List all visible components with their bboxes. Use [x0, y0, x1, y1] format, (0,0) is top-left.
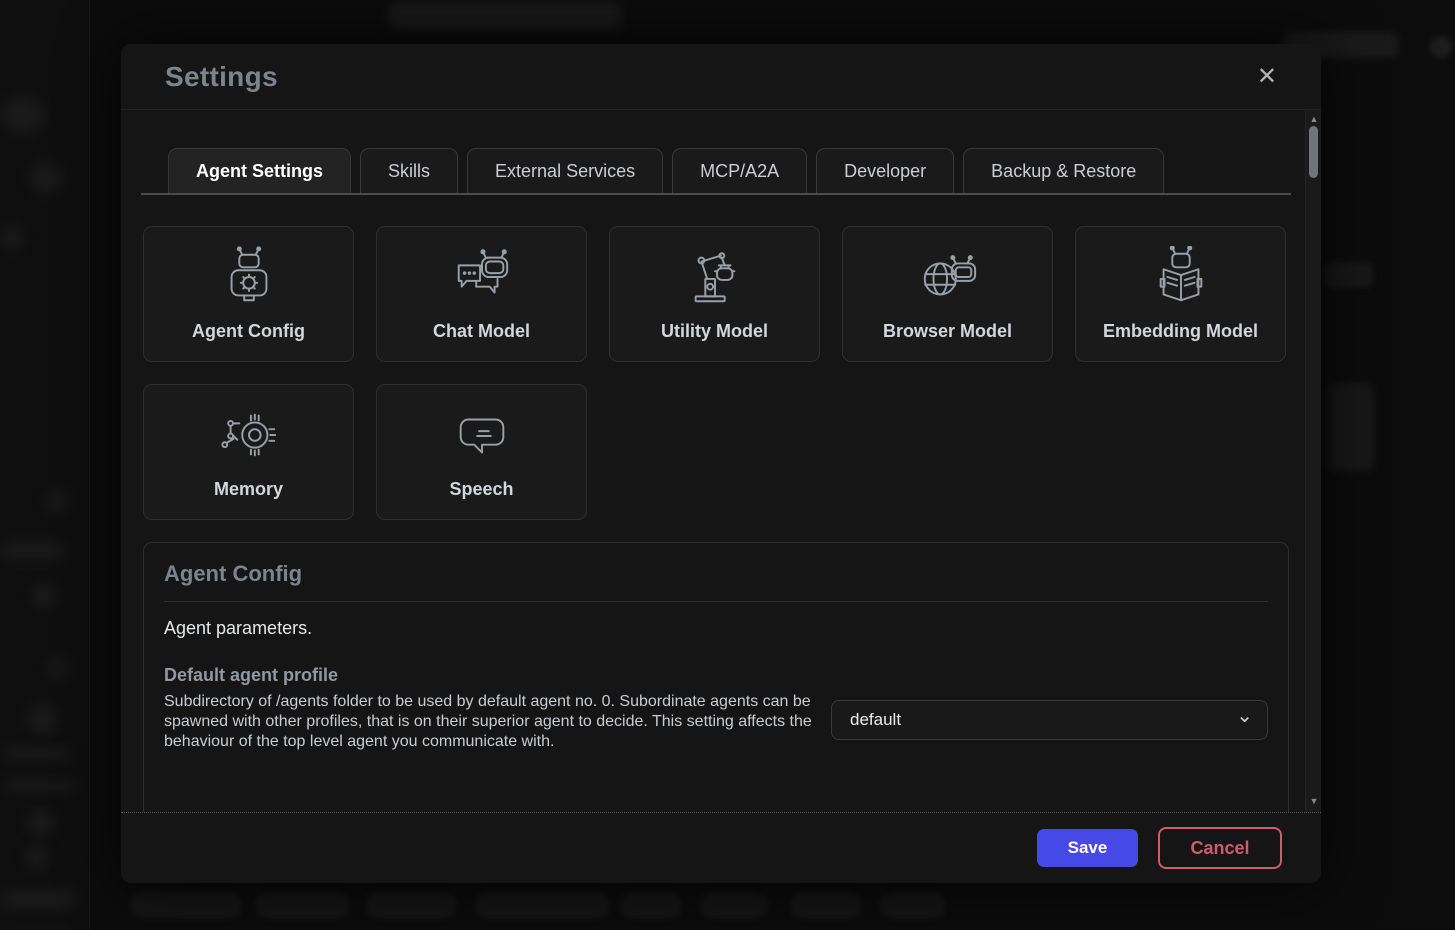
card-label: Chat Model	[433, 321, 530, 342]
card-label: Embedding Model	[1103, 321, 1258, 342]
card-browser-model[interactable]: Browser Model	[842, 226, 1053, 362]
card-label: Utility Model	[661, 321, 768, 342]
tab-agent-settings[interactable]: Agent Settings	[168, 148, 351, 193]
field-description: Subdirectory of /agents folder to be use…	[164, 692, 812, 752]
dimmed-side-panel	[1328, 383, 1374, 471]
robot-book-icon	[1150, 246, 1212, 313]
dimmed-toolbar-button	[255, 892, 350, 918]
robot-chat-icon	[451, 246, 513, 313]
dimmed-toolbar-button	[700, 892, 768, 918]
speech-bubble-icon	[451, 404, 513, 471]
card-label: Agent Config	[192, 321, 305, 342]
dimmed-toolbar-button	[475, 892, 610, 918]
default-agent-profile-field: Default agent profile Subdirectory of /a…	[164, 665, 1268, 752]
dimmed-toolbar-button	[620, 892, 682, 918]
card-label: Speech	[449, 479, 513, 500]
dimmed-toolbar-button	[880, 892, 946, 918]
section-title: Agent Config	[164, 561, 1268, 587]
dimmed-sidebar-icon	[48, 658, 68, 678]
agent-config-section: Agent Config Agent parameters. Default a…	[143, 542, 1289, 812]
dimmed-sidebar-item	[0, 542, 64, 560]
dimmed-suggestion-text	[388, 2, 623, 30]
card-memory[interactable]: Memory	[143, 384, 354, 520]
scroll-down-icon[interactable]: ▼	[1306, 796, 1321, 806]
close-icon[interactable]: ✕	[1249, 61, 1285, 93]
tabs-underline	[141, 193, 1291, 195]
field-label: Default agent profile	[164, 665, 1268, 686]
card-speech[interactable]: Speech	[376, 384, 587, 520]
robot-globe-icon	[917, 246, 979, 313]
section-divider	[164, 601, 1268, 602]
robot-arm-icon	[684, 246, 746, 313]
tab-external-services[interactable]: External Services	[467, 148, 663, 193]
settings-tabs: Agent Settings Skills External Services …	[168, 148, 1164, 193]
dimmed-toolbar-button	[130, 892, 242, 918]
scrollbar-thumb[interactable]	[1309, 126, 1318, 178]
card-embedding-model[interactable]: Embedding Model	[1075, 226, 1286, 362]
default-agent-profile-select[interactable]: default ⌄	[831, 700, 1268, 740]
card-chat-model[interactable]: Chat Model	[376, 226, 587, 362]
card-label: Browser Model	[883, 321, 1012, 342]
dimmed-sidebar-icon	[30, 162, 62, 194]
modal-title: Settings	[165, 61, 278, 93]
tab-mcp-a2a[interactable]: MCP/A2A	[672, 148, 807, 193]
scroll-up-icon[interactable]: ▲	[1306, 114, 1321, 124]
dimmed-side-control	[1325, 262, 1373, 288]
circuit-gear-icon	[218, 404, 280, 471]
tab-skills[interactable]: Skills	[360, 148, 458, 193]
settings-cards: Agent Config Chat	[143, 226, 1313, 520]
dimmed-sidebar-icon	[32, 584, 56, 608]
dimmed-toolbar-button	[365, 892, 457, 918]
dimmed-avatar	[1430, 36, 1452, 58]
dimmed-sidebar-icon	[26, 846, 48, 868]
robot-gear-icon	[218, 246, 280, 313]
dimmed-sidebar-icon	[2, 96, 44, 134]
section-subtitle: Agent parameters.	[164, 618, 1268, 639]
tab-backup-restore[interactable]: Backup & Restore	[963, 148, 1164, 193]
modal-scrollbar[interactable]: ▲ ▼	[1305, 110, 1321, 812]
dimmed-sidebar-icon	[0, 226, 24, 250]
dimmed-sidebar-icon	[28, 704, 58, 734]
cancel-button[interactable]: Cancel	[1158, 827, 1282, 869]
dimmed-toolbar-button	[790, 892, 862, 918]
modal-header: Settings ✕	[121, 44, 1321, 110]
dimmed-sidebar-icon	[46, 490, 68, 512]
app-screen: Settings ✕ Agent Settings Skills Externa…	[0, 0, 1455, 930]
chevron-down-icon: ⌄	[1236, 711, 1253, 721]
dimmed-sidebar-icon	[28, 810, 54, 836]
dimmed-toolbar	[0, 884, 1455, 930]
dimmed-sidebar-item	[4, 781, 74, 791]
dimmed-sidebar	[0, 0, 90, 930]
modal-body: Agent Settings Skills External Services …	[121, 110, 1321, 812]
card-agent-config[interactable]: Agent Config	[143, 226, 354, 362]
settings-modal: Settings ✕ Agent Settings Skills Externa…	[121, 44, 1321, 883]
select-value: default	[850, 710, 901, 730]
tab-developer[interactable]: Developer	[816, 148, 954, 193]
card-label: Memory	[214, 479, 283, 500]
modal-footer: Save Cancel	[121, 812, 1321, 883]
save-button[interactable]: Save	[1037, 829, 1138, 867]
dimmed-sidebar-item	[4, 748, 70, 760]
card-utility-model[interactable]: Utility Model	[609, 226, 820, 362]
